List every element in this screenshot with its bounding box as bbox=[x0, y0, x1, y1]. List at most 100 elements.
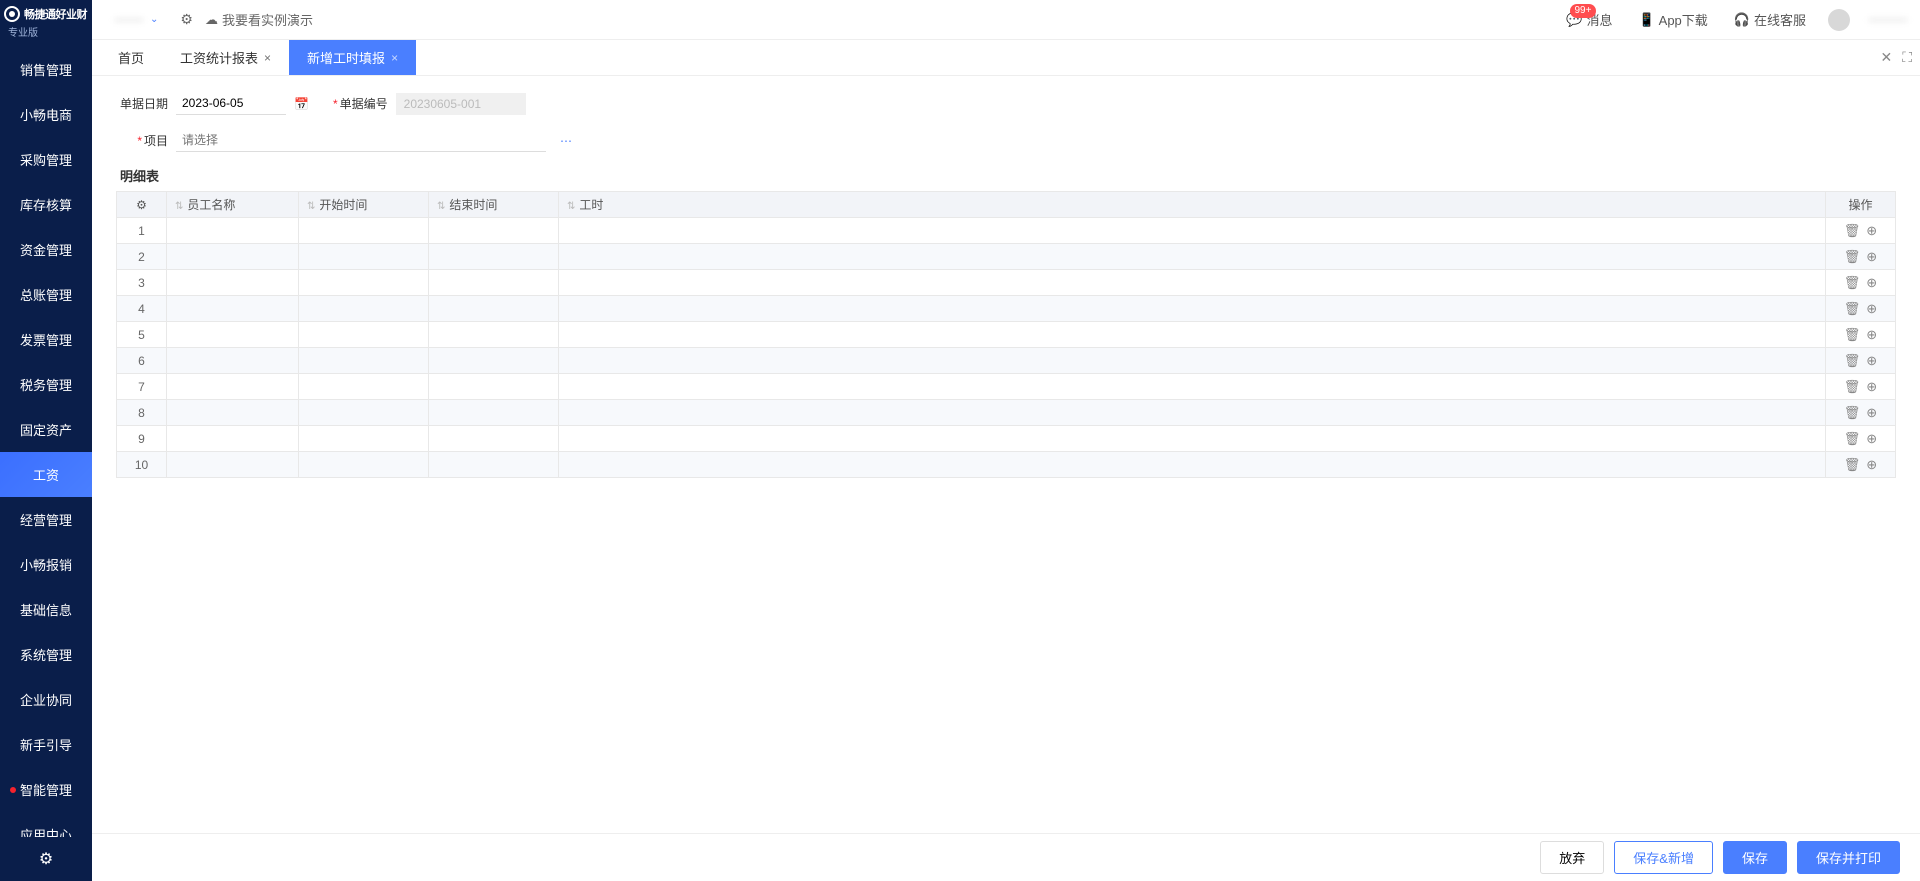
table-cell[interactable] bbox=[429, 452, 559, 478]
tab[interactable]: 工资统计报表× bbox=[162, 40, 289, 75]
save-and-new-button[interactable]: 保存&新增 bbox=[1614, 841, 1713, 874]
delete-row-icon[interactable]: 🗑 bbox=[1844, 275, 1861, 290]
table-row[interactable]: 9🗑⊕ bbox=[117, 426, 1896, 452]
add-row-icon[interactable]: ⊕ bbox=[1866, 223, 1877, 238]
table-cell[interactable] bbox=[167, 218, 299, 244]
demo-link[interactable]: ☁ 我要看实例演示 bbox=[205, 10, 313, 29]
table-cell[interactable] bbox=[429, 218, 559, 244]
calendar-icon[interactable]: 📅 bbox=[294, 97, 309, 111]
table-cell[interactable] bbox=[299, 244, 429, 270]
add-row-icon[interactable]: ⊕ bbox=[1866, 301, 1877, 316]
table-cell[interactable] bbox=[559, 374, 1826, 400]
col-employee[interactable]: ⇅员工名称 bbox=[167, 192, 299, 218]
sidebar-item[interactable]: 智能管理 bbox=[0, 767, 92, 812]
sidebar-item[interactable]: 应用中心 bbox=[0, 812, 92, 837]
sidebar-item[interactable]: 工资 bbox=[0, 452, 92, 497]
company-selector[interactable]: ⌄ bbox=[104, 11, 168, 28]
table-row[interactable]: 5🗑⊕ bbox=[117, 322, 1896, 348]
table-cell[interactable] bbox=[559, 270, 1826, 296]
table-cell[interactable] bbox=[559, 452, 1826, 478]
delete-row-icon[interactable]: 🗑 bbox=[1844, 327, 1861, 342]
user-name[interactable] bbox=[1868, 18, 1908, 22]
table-cell[interactable] bbox=[429, 374, 559, 400]
add-row-icon[interactable]: ⊕ bbox=[1866, 379, 1877, 394]
table-cell[interactable] bbox=[429, 270, 559, 296]
table-cell[interactable] bbox=[559, 218, 1826, 244]
sidebar-item[interactable]: 系统管理 bbox=[0, 632, 92, 677]
delete-row-icon[interactable]: 🗑 bbox=[1844, 249, 1861, 264]
table-cell[interactable] bbox=[299, 374, 429, 400]
table-row[interactable]: 10🗑⊕ bbox=[117, 452, 1896, 478]
table-cell[interactable] bbox=[429, 426, 559, 452]
delete-row-icon[interactable]: 🗑 bbox=[1844, 353, 1861, 368]
delete-row-icon[interactable]: 🗑 bbox=[1844, 431, 1861, 446]
fullscreen-icon[interactable]: ⛶ bbox=[1902, 49, 1912, 66]
table-cell[interactable] bbox=[167, 374, 299, 400]
table-cell[interactable] bbox=[299, 270, 429, 296]
table-row[interactable]: 7🗑⊕ bbox=[117, 374, 1896, 400]
table-row[interactable]: 2🗑⊕ bbox=[117, 244, 1896, 270]
table-cell[interactable] bbox=[429, 244, 559, 270]
col-start-time[interactable]: ⇅开始时间 bbox=[299, 192, 429, 218]
table-cell[interactable] bbox=[299, 322, 429, 348]
table-cell[interactable] bbox=[429, 296, 559, 322]
add-row-icon[interactable]: ⊕ bbox=[1866, 405, 1877, 420]
project-input[interactable] bbox=[176, 129, 546, 152]
table-cell[interactable] bbox=[299, 452, 429, 478]
col-hours[interactable]: ⇅工时 bbox=[559, 192, 1826, 218]
table-cell[interactable] bbox=[167, 322, 299, 348]
sidebar-item[interactable]: 资金管理 bbox=[0, 227, 92, 272]
sidebar-item[interactable]: 销售管理 bbox=[0, 47, 92, 92]
app-download-button[interactable]: 📱 App下载 bbox=[1638, 10, 1707, 29]
project-more-icon[interactable]: ⋯ bbox=[560, 134, 572, 148]
add-row-icon[interactable]: ⊕ bbox=[1866, 353, 1877, 368]
discard-button[interactable]: 放弃 bbox=[1540, 841, 1604, 874]
delete-row-icon[interactable]: 🗑 bbox=[1844, 457, 1861, 472]
table-cell[interactable] bbox=[167, 400, 299, 426]
add-row-icon[interactable]: ⊕ bbox=[1866, 275, 1877, 290]
table-cell[interactable] bbox=[429, 348, 559, 374]
tab[interactable]: 首页 bbox=[100, 40, 162, 75]
table-cell[interactable] bbox=[167, 296, 299, 322]
messages-button[interactable]: 💬 消息 99+ bbox=[1566, 10, 1612, 29]
sidebar-item[interactable]: 企业协同 bbox=[0, 677, 92, 722]
close-all-tabs-icon[interactable]: ✕ bbox=[1880, 49, 1892, 66]
table-cell[interactable] bbox=[299, 296, 429, 322]
save-button[interactable]: 保存 bbox=[1723, 841, 1787, 874]
table-config-header[interactable]: ⚙ bbox=[117, 192, 167, 218]
table-cell[interactable] bbox=[167, 244, 299, 270]
sidebar-item[interactable]: 发票管理 bbox=[0, 317, 92, 362]
col-end-time[interactable]: ⇅结束时间 bbox=[429, 192, 559, 218]
online-service-button[interactable]: 🎧 在线客服 bbox=[1734, 10, 1806, 29]
table-row[interactable]: 1🗑⊕ bbox=[117, 218, 1896, 244]
sidebar-item[interactable]: 新手引导 bbox=[0, 722, 92, 767]
save-and-print-button[interactable]: 保存并打印 bbox=[1797, 841, 1900, 874]
table-row[interactable]: 3🗑⊕ bbox=[117, 270, 1896, 296]
sidebar-item[interactable]: 采购管理 bbox=[0, 137, 92, 182]
table-cell[interactable] bbox=[559, 322, 1826, 348]
add-row-icon[interactable]: ⊕ bbox=[1866, 327, 1877, 342]
close-icon[interactable]: × bbox=[264, 51, 271, 65]
table-cell[interactable] bbox=[429, 322, 559, 348]
table-cell[interactable] bbox=[299, 348, 429, 374]
sidebar-item[interactable]: 税务管理 bbox=[0, 362, 92, 407]
table-cell[interactable] bbox=[559, 400, 1826, 426]
table-cell[interactable] bbox=[559, 426, 1826, 452]
table-cell[interactable] bbox=[167, 270, 299, 296]
add-row-icon[interactable]: ⊕ bbox=[1866, 457, 1877, 472]
delete-row-icon[interactable]: 🗑 bbox=[1844, 223, 1861, 238]
table-cell[interactable] bbox=[559, 296, 1826, 322]
add-row-icon[interactable]: ⊕ bbox=[1866, 431, 1877, 446]
settings-gear-icon[interactable]: ⚙ bbox=[0, 837, 92, 881]
sidebar-item[interactable]: 基础信息 bbox=[0, 587, 92, 632]
bill-date-input[interactable] bbox=[176, 92, 286, 115]
user-avatar[interactable] bbox=[1828, 9, 1850, 31]
sidebar-item[interactable]: 固定资产 bbox=[0, 407, 92, 452]
table-row[interactable]: 6🗑⊕ bbox=[117, 348, 1896, 374]
table-cell[interactable] bbox=[429, 400, 559, 426]
sidebar-item[interactable]: 总账管理 bbox=[0, 272, 92, 317]
sidebar-item[interactable]: 经营管理 bbox=[0, 497, 92, 542]
table-cell[interactable] bbox=[559, 244, 1826, 270]
sidebar-item[interactable]: 小畅报销 bbox=[0, 542, 92, 587]
delete-row-icon[interactable]: 🗑 bbox=[1844, 301, 1861, 316]
